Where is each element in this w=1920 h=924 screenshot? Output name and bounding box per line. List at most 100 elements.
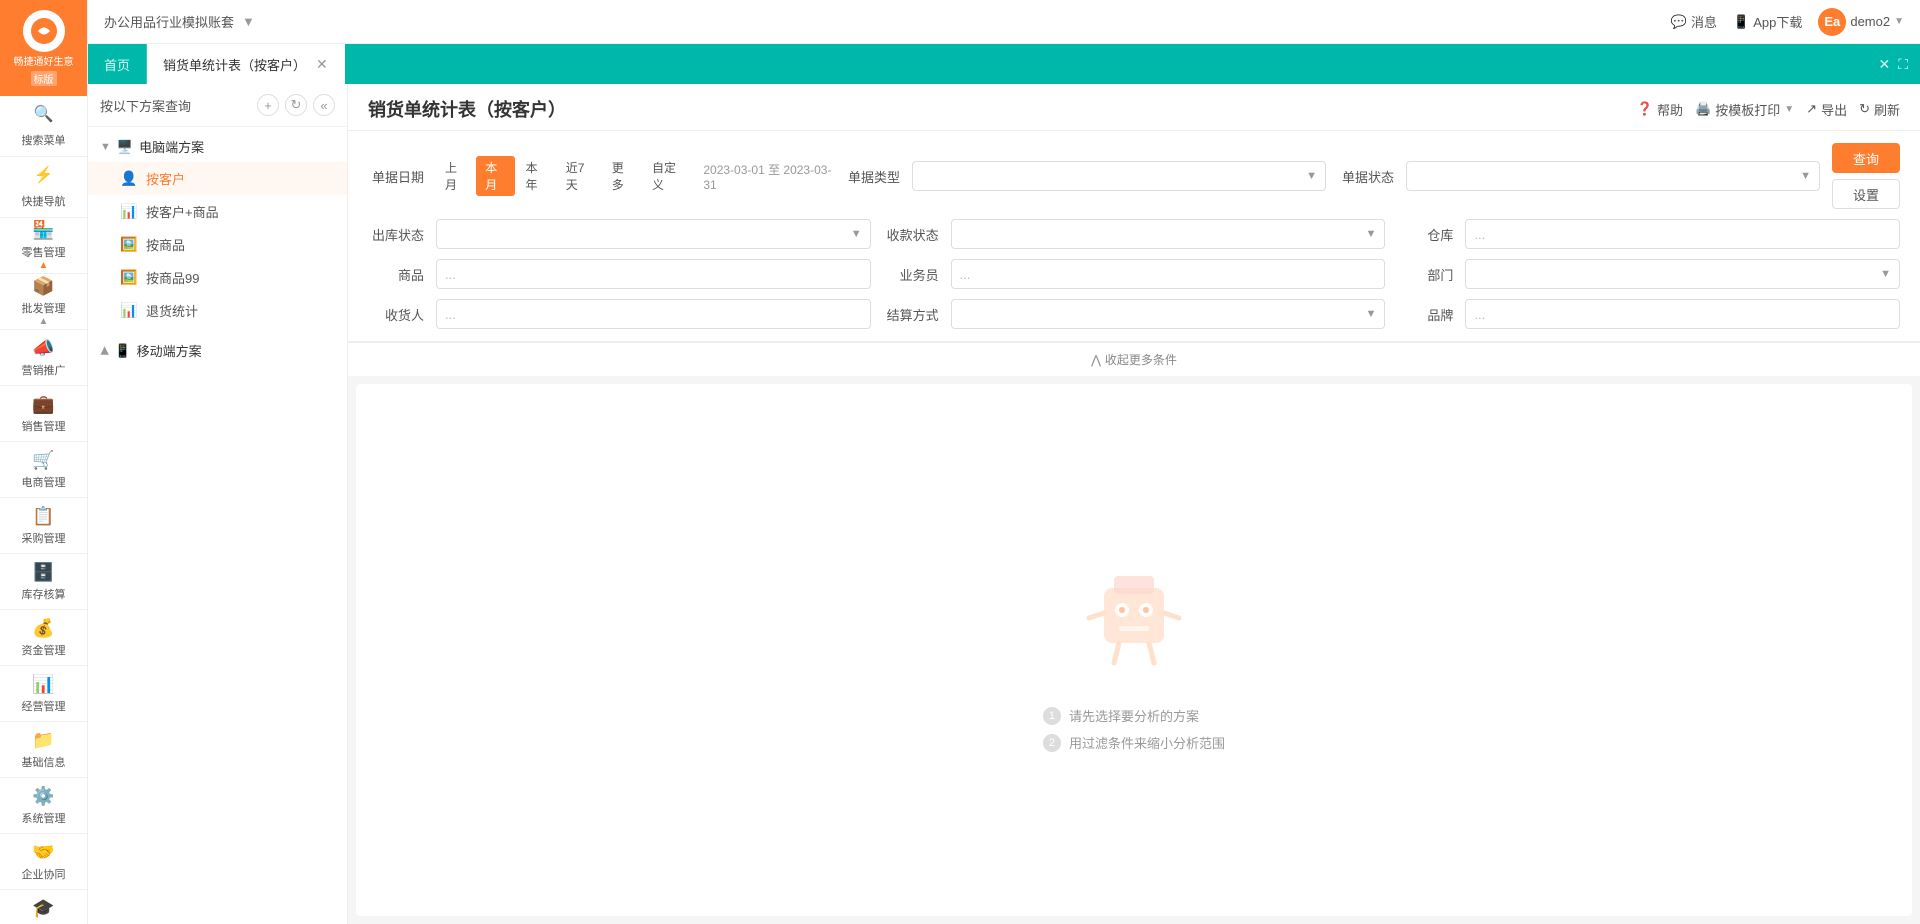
topbar-left: 办公用品行业模拟账套 ▼ — [104, 12, 255, 31]
sidebar-item-basic[interactable]: 📁 基础信息 — [0, 722, 87, 778]
brand-input[interactable]: ... — [1465, 299, 1900, 329]
scheme-return-stats-label: 退货统计 — [146, 301, 198, 320]
message-icon: 💬 — [1671, 14, 1687, 30]
group-desktop-label: 电脑端方案 — [139, 137, 204, 156]
order-status-select[interactable]: ▼ — [1406, 161, 1820, 191]
main-area: 办公用品行业模拟账套 ▼ 💬 消息 📱 App下载 Ea demo2 ▼ 首 — [88, 0, 1920, 924]
date-tab-this-year[interactable]: 本年 — [517, 156, 555, 196]
right-main: 销货单统计表（按客户） ❓ 帮助 🖨️ 按模板打印 ▼ ↗ 导出 — [348, 84, 1920, 924]
order-type-select[interactable]: ▼ — [912, 161, 1326, 191]
sidebar-basic-label: 基础信息 — [22, 754, 66, 770]
refresh-btn[interactable]: ↻ 刷新 — [1859, 100, 1900, 119]
tab-sales-report[interactable]: 销货单统计表（按客户） ✕ — [147, 44, 345, 84]
scheme-item-by-product99[interactable]: 🖼️ 按商品99 — [88, 261, 347, 294]
messages-btn[interactable]: 💬 消息 — [1671, 12, 1717, 31]
tip-text-2: 用过滤条件来缩小分析范围 — [1069, 733, 1225, 752]
sidebar-item-inventory[interactable]: 🗄️ 库存核算 — [0, 554, 87, 610]
scheme-item-by-customer[interactable]: 👤 按客户 — [88, 162, 347, 195]
group-mobile-label: 移动端方案 — [137, 341, 202, 360]
date-tab-custom[interactable]: 自定义 — [643, 156, 691, 196]
tab-sales-report-label: 销货单统计表（按客户） — [163, 55, 306, 74]
staff-input[interactable]: ... — [951, 259, 1386, 289]
settings-btn[interactable]: 设置 — [1832, 179, 1900, 209]
app-logo[interactable]: 畅捷通好生意 标版 — [0, 0, 88, 96]
out-status-label: 出库状态 — [368, 225, 424, 244]
print-chevron-icon: ▼ — [1784, 104, 1794, 115]
dropdown-arrow-icon[interactable]: ▼ — [242, 14, 255, 29]
dept-chevron-icon: ▼ — [1880, 268, 1891, 280]
tab-home[interactable]: 首页 — [88, 44, 147, 84]
order-status-chevron-icon: ▼ — [1800, 170, 1811, 182]
sidebar-item-operation[interactable]: 📊 经营管理 — [0, 666, 87, 722]
sidebar-item-system[interactable]: ⚙️ 系统管理 — [0, 778, 87, 834]
sidebar-item-search[interactable]: 🔍 搜索菜单 — [0, 96, 87, 157]
print-icon: 🖨️ — [1695, 101, 1711, 117]
out-status-select[interactable]: ▼ — [436, 219, 871, 249]
scheme-group-desktop-header[interactable]: ▼ 🖥️ 电脑端方案 — [88, 131, 347, 162]
sidebar-item-ecommerce[interactable]: 🛒 电商管理 — [0, 442, 87, 498]
dept-select[interactable]: ▼ — [1465, 259, 1900, 289]
sidebar-item-sales[interactable]: 💼 销售管理 — [0, 386, 87, 442]
receipt-status-select[interactable]: ▼ — [951, 219, 1386, 249]
refresh-label: 刷新 — [1874, 100, 1900, 119]
template-print-btn[interactable]: 🖨️ 按模板打印 ▼ — [1695, 100, 1794, 119]
help-icon: ❓ — [1637, 101, 1653, 117]
sidebar-wholesale-label: 批发管理 — [22, 300, 66, 316]
warehouse-input[interactable]: ... — [1465, 219, 1900, 249]
filter-row-3: 商品 ... 业务员 ... 部门 ▼ — [368, 259, 1900, 289]
date-tab-this-month[interactable]: 本月 — [476, 156, 514, 196]
brand-label: 品牌 — [1397, 305, 1453, 324]
customer-product-icon: 📊 — [120, 203, 138, 220]
product-input[interactable]: ... — [436, 259, 871, 289]
empty-state: 1 请先选择要分析的方案 2 用过滤条件来缩小分析范围 — [356, 384, 1912, 916]
help-btn[interactable]: ❓ 帮助 — [1637, 100, 1683, 119]
page-header: 销货单统计表（按客户） ❓ 帮助 🖨️ 按模板打印 ▼ ↗ 导出 — [348, 84, 1920, 131]
sidebar-sales-label: 销售管理 — [22, 418, 66, 434]
sidebar-item-finance[interactable]: 💰 资金管理 — [0, 610, 87, 666]
settle-label: 结算方式 — [883, 305, 939, 324]
date-tab-7days[interactable]: 近7天 — [557, 156, 601, 196]
tab-close-icon[interactable]: ✕ — [316, 56, 328, 73]
company-name: 办公用品行业模拟账套 — [104, 12, 234, 31]
sidebar-item-purchase[interactable]: 📋 采购管理 — [0, 498, 87, 554]
sidebar-marketing-label: 营销推广 — [22, 362, 66, 378]
scheme-group-mobile-header[interactable]: ▶ 📱 移动端方案 — [88, 335, 347, 366]
sidebar-item-quick[interactable]: ⚡ 快捷导航 — [0, 157, 87, 218]
collapse-panel-btn[interactable]: « — [313, 94, 335, 116]
left-panel-header: 按以下方案查询 + ↻ « — [88, 84, 347, 127]
settle-select[interactable]: ▼ — [951, 299, 1386, 329]
app-download-btn[interactable]: 📱 App下载 — [1733, 12, 1802, 31]
scheme-item-by-product[interactable]: 🖼️ 按商品 — [88, 228, 347, 261]
date-tab-more[interactable]: 更多 — [603, 156, 641, 196]
sidebar-item-retail[interactable]: 🏪 零售管理 ▲ — [0, 218, 87, 274]
page-title: 销货单统计表（按客户） — [368, 96, 566, 122]
sidebar-operation-label: 经营管理 — [22, 698, 66, 714]
sidebar-item-enterprise[interactable]: 🤝 企业协同 — [0, 834, 87, 890]
maximize-icon[interactable]: ⛶ — [1898, 56, 1908, 73]
receipt-status-chevron-icon: ▼ — [1365, 228, 1376, 240]
scheme-item-by-customer-product[interactable]: 📊 按客户+商品 — [88, 195, 347, 228]
sidebar-item-marketing[interactable]: 📣 营销推广 — [0, 330, 87, 386]
out-status-chevron-icon: ▼ — [851, 228, 862, 240]
scheme-by-customer-label: 按客户 — [146, 169, 185, 188]
scheme-item-return-stats[interactable]: 📊 退货统计 — [88, 294, 347, 327]
user-avatar[interactable]: Ea demo2 ▼ — [1818, 8, 1904, 36]
close-window-icon[interactable]: ✕ — [1878, 56, 1890, 73]
export-btn[interactable]: ↗ 导出 — [1806, 100, 1847, 119]
sidebar-finance-label: 资金管理 — [22, 642, 66, 658]
staff-placeholder: ... — [960, 267, 971, 282]
date-filter: 上月 本月 本年 近7天 更多 自定义 2023-03-01 至 2023-03… — [436, 156, 832, 196]
add-scheme-btn[interactable]: + — [257, 94, 279, 116]
date-tab-last-month[interactable]: 上月 — [436, 156, 474, 196]
content-area: 按以下方案查询 + ↻ « ▼ 🖥️ 电脑端方案 👤 按客户 — [88, 84, 1920, 924]
refresh-scheme-btn[interactable]: ↻ — [285, 94, 307, 116]
date-range-text: 2023-03-01 至 2023-03-31 — [703, 161, 832, 192]
sidebar: 畅捷通好生意 标版 🔍 搜索菜单 ⚡ 快捷导航 🏪 零售管理 ▲ 📦 批发管理 … — [0, 0, 88, 924]
filter-area: 单据日期 上月 本月 本年 近7天 更多 自定义 2023-03-01 至 20… — [348, 131, 1920, 342]
sidebar-item-wholesale[interactable]: 📦 批发管理 ▲ — [0, 274, 87, 330]
query-btn[interactable]: 查询 — [1832, 143, 1900, 173]
consignee-input[interactable]: ... — [436, 299, 871, 329]
sidebar-item-newbie[interactable]: 🎓 新手引导 — [0, 890, 87, 924]
collapse-bar[interactable]: ⋀ 收起更多条件 — [348, 342, 1920, 376]
tip-text-1: 请先选择要分析的方案 — [1069, 706, 1199, 725]
